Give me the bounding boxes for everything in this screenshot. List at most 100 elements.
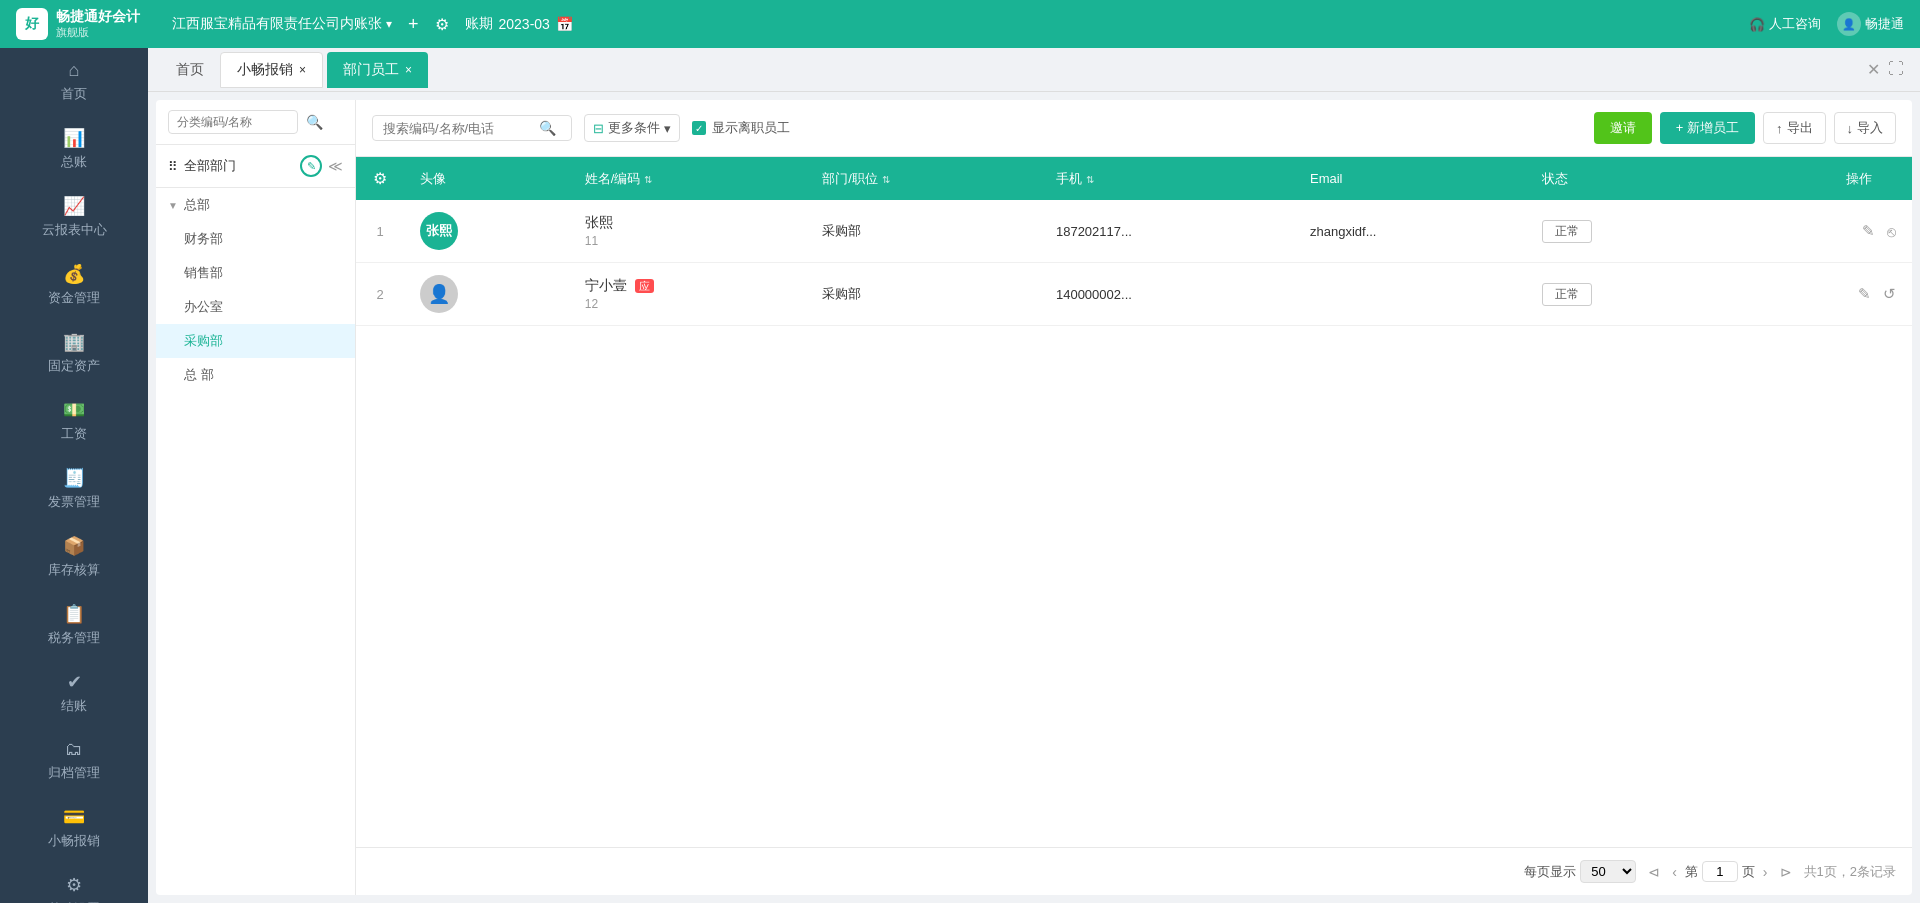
employee-table: ⚙ 头像 姓名/编码 ⇅ 部门/职位 ⇅: [356, 157, 1912, 847]
add-employee-button[interactable]: + 新增员工: [1660, 112, 1755, 144]
dept-search-input[interactable]: [168, 110, 298, 134]
dept-header-icons: ✎ ≪: [300, 155, 343, 177]
sidebar-label-invoice: 发票管理: [48, 493, 100, 511]
employee-search-icon[interactable]: 🔍: [539, 120, 556, 136]
sidebar-item-fixed-assets[interactable]: 🏢 固定资产: [0, 319, 148, 387]
sidebar-item-inventory[interactable]: 📦 库存核算: [0, 523, 148, 591]
sidebar-item-invoice[interactable]: 🧾 发票管理: [0, 455, 148, 523]
dept-purchase-label: 采购部: [184, 333, 223, 348]
import-label: 导入: [1857, 119, 1883, 137]
next-page-button[interactable]: ›: [1759, 862, 1772, 882]
tab-dept-employee[interactable]: 部门员工 ×: [327, 52, 428, 88]
th-dept[interactable]: 部门/职位 ⇅: [806, 157, 1040, 200]
employee-toolbar: 🔍 ⊟ 更多条件 ▾ ✓ 显示离职员工 邀请 + 新增员工: [356, 100, 1912, 157]
row-1-phone: 187202117...: [1040, 200, 1294, 263]
th-avatar: 头像: [404, 157, 569, 200]
sidebar-item-funds[interactable]: 💰 资金管理: [0, 251, 148, 319]
row-1-logout-icon[interactable]: ⎋: [1887, 223, 1896, 240]
sidebar-item-archive[interactable]: 🗂 归档管理: [0, 727, 148, 794]
th-gear[interactable]: ⚙: [356, 157, 404, 200]
sidebar-label-funds: 资金管理: [48, 289, 100, 307]
row-2-email: [1294, 263, 1526, 326]
dept-search-icon[interactable]: 🔍: [306, 114, 323, 130]
dept-search-area: 🔍: [156, 100, 355, 145]
dept-item-office[interactable]: 办公室: [156, 290, 355, 324]
logo-text-block: 畅捷通好会计 旗舰版: [56, 8, 140, 40]
user-name: 畅捷通: [1865, 15, 1904, 33]
user-menu[interactable]: 👤 畅捷通: [1837, 12, 1904, 36]
row-1-action-icons: ✎ ⎋: [1735, 222, 1896, 240]
filter-icon: ⊟: [593, 121, 604, 136]
dept-panel: 🔍 ⠿ 全部部门 ✎ ≪ ▼ 总部: [156, 100, 356, 895]
row-2-name: 宁小壹 应: [585, 277, 791, 295]
logo-area: 好 畅捷通好会计 旗舰版: [16, 8, 164, 40]
th-status: 状态: [1526, 157, 1719, 200]
dept-item-finance[interactable]: 财务部: [156, 222, 355, 256]
row-2-refresh-icon[interactable]: ↺: [1883, 285, 1896, 303]
add-tab-button[interactable]: +: [408, 14, 419, 35]
sidebar-item-cloud-report[interactable]: 📈 云报表中心: [0, 183, 148, 251]
table-gear-icon[interactable]: ⚙: [373, 170, 387, 187]
tab-expense-close[interactable]: ×: [299, 63, 306, 77]
row-2-name-cell: 宁小壹 应 12: [569, 263, 807, 326]
sidebar-item-expense[interactable]: 💳 小畅报销: [0, 794, 148, 862]
row-1-status-badge: 正常: [1542, 220, 1592, 243]
sidebar-item-home[interactable]: ⌂ 首页: [0, 48, 148, 115]
close-window-button[interactable]: ✕: [1867, 60, 1880, 79]
last-page-button[interactable]: ⊳: [1776, 862, 1796, 882]
sidebar-label-ledger: 总账: [61, 153, 87, 171]
import-button[interactable]: ↓ 导入: [1834, 112, 1897, 144]
sidebar-item-tax[interactable]: 📋 税务管理: [0, 591, 148, 659]
export-button[interactable]: ↑ 导出: [1763, 112, 1826, 144]
tab-dept-employee-label: 部门员工: [343, 61, 399, 79]
filter-button[interactable]: ⊟ 更多条件 ▾: [584, 114, 680, 142]
dept-item-hq[interactable]: 总 部: [156, 358, 355, 392]
table-row: 2 👤 宁小壹 应 12: [356, 263, 1912, 326]
row-1-email: zhangxidf...: [1294, 200, 1526, 263]
dept-item-purchase[interactable]: 采购部: [156, 324, 355, 358]
period-display: 账期 2023-03 📅: [465, 15, 573, 33]
settings-icon[interactable]: ⚙: [435, 15, 449, 34]
page-label: 第: [1685, 863, 1698, 881]
page-input[interactable]: [1702, 861, 1738, 882]
employee-search-input[interactable]: [383, 121, 533, 136]
sidebar-item-payroll[interactable]: 💵 工资: [0, 387, 148, 455]
sidebar-item-basic-settings[interactable]: ⚙ 基础设置: [0, 862, 148, 903]
dept-item-sales[interactable]: 销售部: [156, 256, 355, 290]
archive-icon: 🗂: [65, 739, 83, 760]
row-2-avatar-cell: 👤: [404, 263, 569, 326]
grid-icon: ⠿: [168, 159, 178, 174]
row-1-name-cell: 张熙 11: [569, 200, 807, 263]
prev-page-button[interactable]: ‹: [1668, 862, 1681, 882]
dept-edit-icon[interactable]: ✎: [300, 155, 322, 177]
tab-dept-employee-close[interactable]: ×: [405, 63, 412, 77]
expand-window-button[interactable]: ⛶: [1888, 60, 1904, 79]
invite-button[interactable]: 邀请: [1594, 112, 1652, 144]
headset-icon: 🎧: [1749, 17, 1765, 32]
tabs-right-actions: ✕ ⛶: [1867, 60, 1904, 79]
th-actions: 操作: [1719, 157, 1912, 200]
row-2-edit-icon[interactable]: ✎: [1858, 285, 1871, 303]
first-page-button[interactable]: ⊲: [1644, 862, 1664, 882]
sidebar-item-close-account[interactable]: ✔ 结账: [0, 659, 148, 727]
service-button[interactable]: 🎧 人工咨询: [1749, 15, 1821, 33]
company-dropdown-arrow[interactable]: ▾: [386, 17, 392, 31]
filter-dropdown-icon: ▾: [664, 121, 671, 136]
invoice-icon: 🧾: [63, 467, 85, 489]
th-name[interactable]: 姓名/编码 ⇅: [569, 157, 807, 200]
per-page-dropdown[interactable]: 50 10 20 100: [1580, 860, 1636, 883]
all-dept-button[interactable]: ⠿ 全部部门: [168, 157, 236, 175]
show-resigned-checkbox[interactable]: ✓ 显示离职员工: [692, 119, 790, 137]
sidebar-item-ledger[interactable]: 📊 总账: [0, 115, 148, 183]
row-num-2: 2: [356, 263, 404, 326]
row-1-edit-icon[interactable]: ✎: [1862, 222, 1875, 240]
tabs-bar: 首页 小畅报销 × 部门员工 × ✕ ⛶: [148, 48, 1920, 92]
dept-collapse-icon[interactable]: ≪: [328, 158, 343, 174]
page-unit: 页: [1742, 863, 1755, 881]
tab-home[interactable]: 首页: [164, 55, 216, 85]
dept-group-header[interactable]: ▼ 总部: [156, 188, 355, 222]
main-layout: ⌂ 首页 📊 总账 📈 云报表中心 💰 资金管理 🏢 固定资产 💵 工资 🧾 发…: [0, 48, 1920, 903]
tab-expense[interactable]: 小畅报销 ×: [220, 52, 323, 88]
th-phone[interactable]: 手机 ⇅: [1040, 157, 1294, 200]
calendar-icon[interactable]: 📅: [556, 16, 573, 32]
